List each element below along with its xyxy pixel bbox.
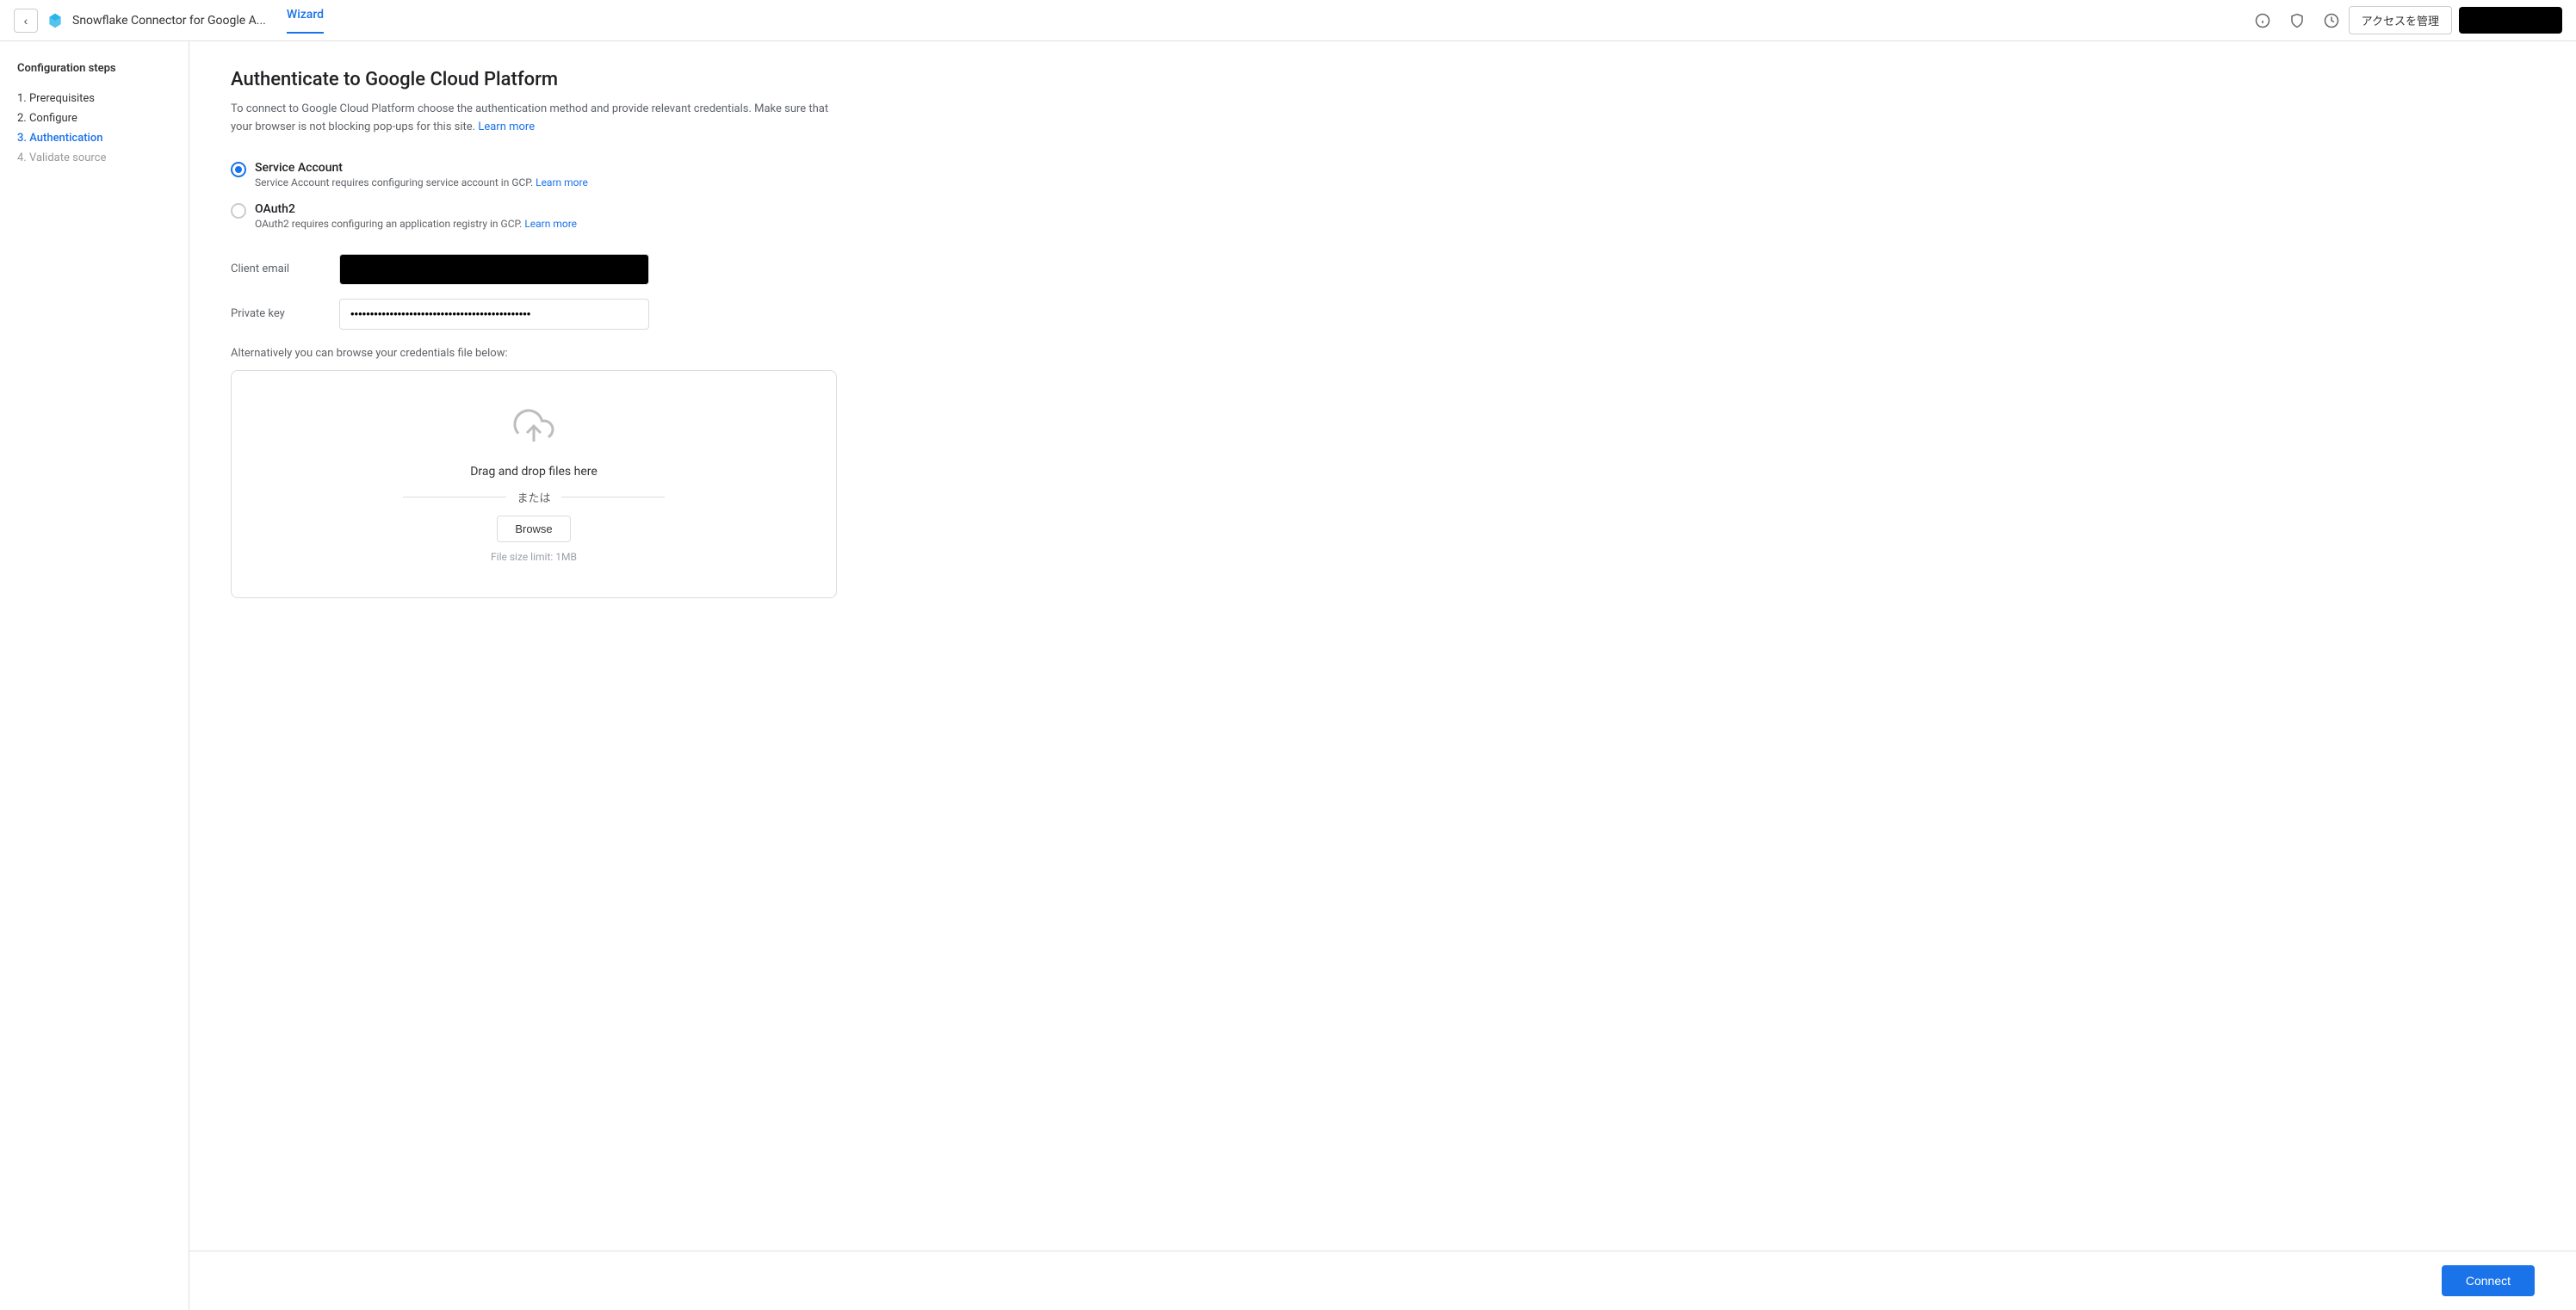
info-icon[interactable]: [2252, 10, 2273, 31]
radio-service-account[interactable]: [231, 162, 246, 177]
service-account-desc: Service Account requires configuring ser…: [255, 176, 588, 188]
footer-bar: Connect: [189, 1251, 2576, 1310]
top-nav: ‹ Snowflake Connector for Google A... Wi…: [0, 0, 2576, 41]
sidebar-title: Configuration steps: [17, 62, 171, 75]
service-account-label: Service Account: [255, 161, 588, 175]
content-area: Authenticate to Google Cloud Platform To…: [189, 41, 878, 1251]
main-layout: Configuration steps 1. Prerequisites 2. …: [0, 41, 2576, 1310]
oauth2-learn-more[interactable]: Learn more: [524, 218, 577, 230]
private-key-label: Private key: [231, 307, 325, 320]
learn-more-link[interactable]: Learn more: [478, 120, 535, 133]
oauth2-desc: OAuth2 requires configuring an applicati…: [255, 218, 577, 230]
history-icon[interactable]: [2321, 10, 2342, 31]
upload-section: Alternatively you can browse your creden…: [231, 347, 837, 598]
service-account-learn-more[interactable]: Learn more: [536, 176, 588, 188]
back-button[interactable]: ‹: [14, 9, 38, 33]
action-button[interactable]: [2459, 7, 2562, 34]
nav-icons: [2252, 10, 2342, 31]
browse-button[interactable]: Browse: [497, 516, 570, 542]
sidebar-step-configure: 2. Configure: [17, 108, 171, 128]
auth-option-oauth2[interactable]: OAuth2 OAuth2 requires configuring an ap…: [231, 202, 837, 230]
sidebar-step-authentication[interactable]: 3. Authentication: [17, 128, 171, 148]
upload-cloud-icon: [249, 405, 819, 454]
shield-icon[interactable]: [2287, 10, 2307, 31]
page-description: To connect to Google Cloud Platform choo…: [231, 101, 837, 137]
upload-description: Alternatively you can browse your creden…: [231, 347, 837, 360]
app-logo: [45, 10, 65, 31]
private-key-input[interactable]: [339, 299, 649, 330]
manage-access-button[interactable]: アクセスを管理: [2349, 6, 2452, 34]
sidebar-step-prerequisites: 1. Prerequisites: [17, 89, 171, 108]
private-key-row: Private key: [231, 299, 837, 330]
auth-options: Service Account Service Account requires…: [231, 161, 837, 230]
client-email-row: Client email: [231, 254, 837, 285]
connect-button[interactable]: Connect: [2442, 1265, 2535, 1296]
sidebar-step-validate: 4. Validate source: [17, 148, 171, 168]
file-limit-text: File size limit: 1MB: [249, 551, 819, 563]
wizard-tab[interactable]: Wizard: [287, 8, 324, 34]
auth-option-service-account[interactable]: Service Account Service Account requires…: [231, 161, 837, 188]
app-title: Snowflake Connector for Google A...: [72, 14, 266, 28]
or-divider: または: [249, 489, 819, 505]
client-email-input[interactable]: [339, 254, 649, 285]
oauth2-label: OAuth2: [255, 202, 577, 216]
radio-oauth2[interactable]: [231, 203, 246, 219]
sidebar-steps: 1. Prerequisites 2. Configure 3. Authent…: [17, 89, 171, 168]
right-area: Authenticate to Google Cloud Platform To…: [189, 41, 2576, 1310]
client-email-label: Client email: [231, 263, 325, 275]
upload-dropzone[interactable]: Drag and drop files here または Browse File…: [231, 370, 837, 598]
form-section: Client email Private key: [231, 254, 837, 330]
sidebar: Configuration steps 1. Prerequisites 2. …: [0, 41, 189, 1310]
page-title: Authenticate to Google Cloud Platform: [231, 69, 837, 90]
back-icon: ‹: [24, 14, 28, 28]
or-text: または: [517, 489, 550, 505]
drag-drop-text: Drag and drop files here: [249, 465, 819, 479]
